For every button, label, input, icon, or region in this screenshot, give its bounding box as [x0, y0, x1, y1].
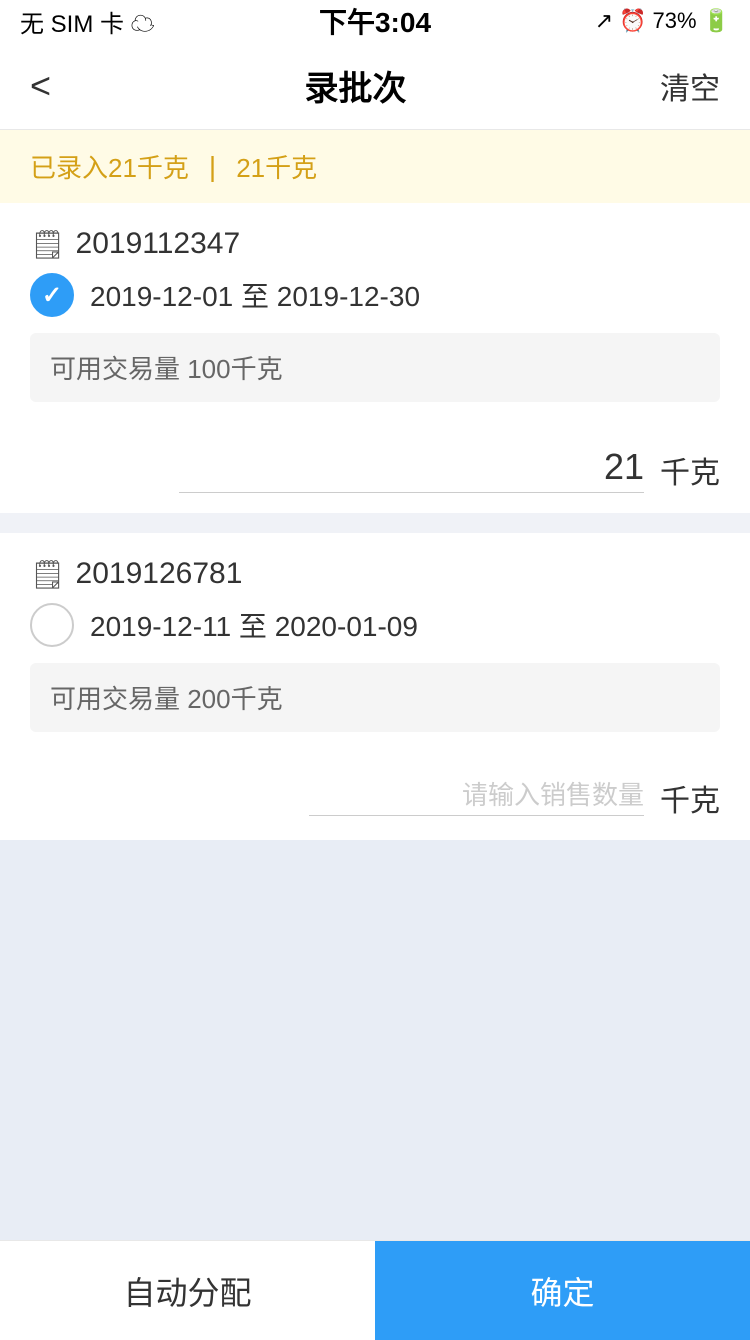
quantity-unit-1: 千克: [660, 448, 720, 492]
batch-id-2: 2019126781: [76, 557, 243, 591]
clear-button[interactable]: 清空: [660, 64, 720, 108]
confirm-button[interactable]: 确定: [375, 1241, 750, 1340]
batch-doc-icon-1: 🗒: [30, 228, 66, 261]
avail-quantity-2: 可用交易量 200千克: [30, 663, 720, 732]
sim-label: 无 SIM 卡 ☁: [20, 4, 155, 39]
nav-bar: < 录批次 清空: [0, 42, 750, 130]
radio-button-2[interactable]: [30, 603, 74, 647]
alarm-icon: ⏰: [619, 8, 646, 34]
radio-button-1[interactable]: [30, 273, 74, 317]
quantity-input-2[interactable]: [309, 780, 644, 811]
bottom-bar: 自动分配 确定: [0, 1240, 750, 1340]
batch-item-2: 🗒 2019126781 2019-12-11 至 2020-01-09 可用交…: [0, 533, 750, 840]
auto-distribute-button[interactable]: 自动分配: [0, 1241, 375, 1340]
battery-label: 73%: [653, 8, 697, 34]
batch-item-1: 🗒 2019112347 2019-12-01 至 2019-12-30 可用交…: [0, 203, 750, 513]
date-range-2: 2019-12-11 至 2020-01-09: [90, 605, 418, 645]
status-time: 下午3:04: [319, 1, 431, 41]
date-range-1: 2019-12-01 至 2019-12-30: [90, 275, 420, 315]
amount-value: 21千克: [236, 148, 317, 185]
location-icon: ↗: [595, 8, 613, 34]
batch-doc-icon-2: 🗒: [30, 558, 66, 591]
empty-content-area: [0, 840, 750, 1240]
section-gap-1: [0, 513, 750, 533]
status-left: 无 SIM 卡 ☁: [20, 4, 155, 39]
info-divider: |: [209, 151, 216, 183]
recorded-amount-label: 已录入21千克: [30, 148, 189, 185]
back-button[interactable]: <: [30, 65, 51, 107]
page-title: 录批次: [305, 61, 407, 110]
info-bar: 已录入21千克 | 21千克: [0, 130, 750, 203]
batch-id-1: 2019112347: [76, 227, 241, 261]
quantity-unit-2: 千克: [660, 776, 720, 820]
status-bar: 无 SIM 卡 ☁ 下午3:04 ↗ ⏰ 73% 🔋: [0, 0, 750, 42]
battery-icon: 🔋: [703, 8, 730, 34]
quantity-input-1[interactable]: [179, 446, 644, 488]
status-right: ↗ ⏰ 73% 🔋: [595, 8, 730, 34]
avail-quantity-1: 可用交易量 100千克: [30, 333, 720, 402]
